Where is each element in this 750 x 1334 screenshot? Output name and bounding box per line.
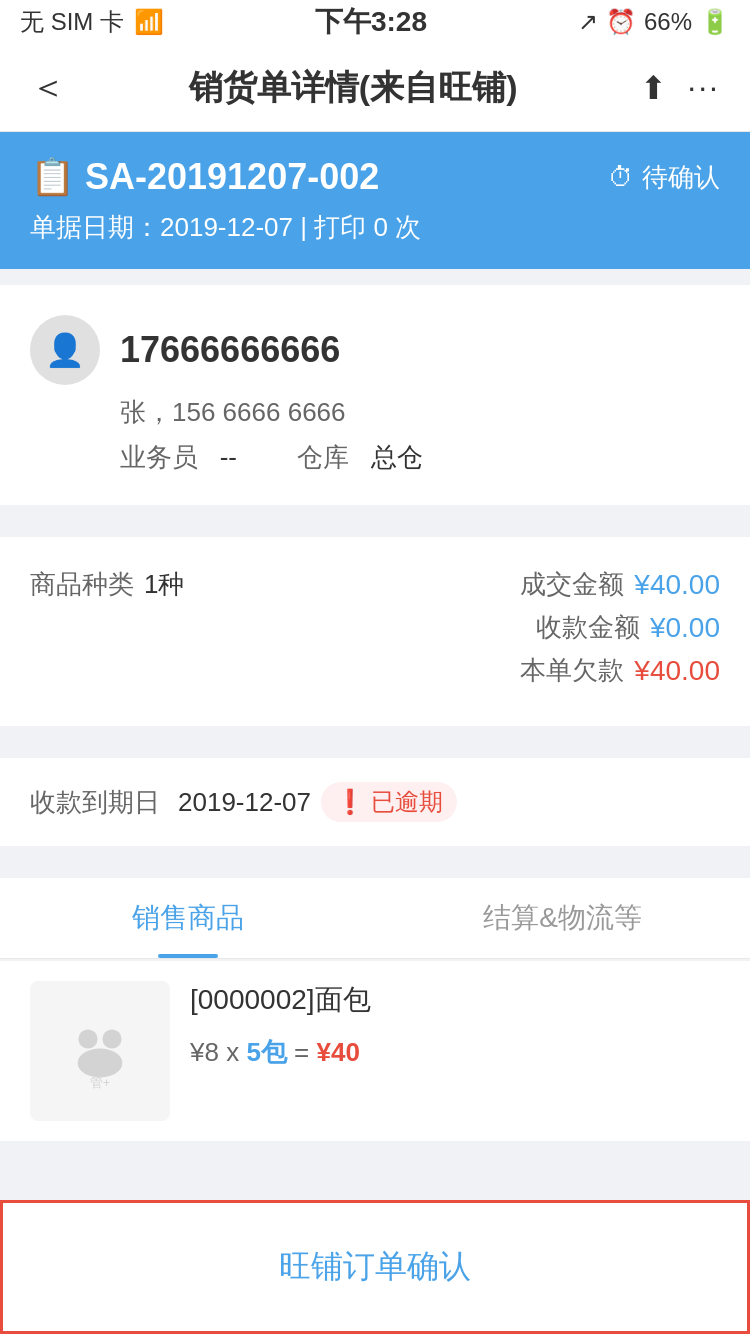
due-row: 本单欠款 ¥40.00 <box>375 653 720 688</box>
divider-3 <box>0 846 750 862</box>
sales-label: 业务员 -- <box>120 440 237 475</box>
product-thumb-icon: 管+ <box>60 1011 140 1091</box>
order-date: 单据日期：2019-12-07 | 打印 0 次 <box>30 210 720 245</box>
nav-right[interactable]: ⬆ ··· <box>640 69 720 107</box>
svg-point-0 <box>78 1029 97 1048</box>
wifi-icon: 📶 <box>134 8 164 36</box>
summary-left: 商品种类 1种 <box>30 567 375 602</box>
divider-2 <box>0 726 750 742</box>
more-button[interactable]: ··· <box>687 69 720 106</box>
avatar-icon: 👤 <box>45 331 85 369</box>
transaction-value: ¥40.00 <box>634 569 720 601</box>
order-status: ⏱ 待确认 <box>608 160 720 195</box>
product-type-row: 商品种类 1种 <box>30 567 375 602</box>
confirm-order-button[interactable]: 旺铺订单确认 <box>33 1223 717 1311</box>
order-header-top: 📋 SA-20191207-002 ⏱ 待确认 <box>30 156 720 198</box>
svg-point-2 <box>78 1049 123 1078</box>
summary-right: 成交金额 ¥40.00 收款金额 ¥0.00 本单欠款 ¥40.00 <box>375 567 720 696</box>
svg-text:管+: 管+ <box>90 1075 110 1090</box>
due-label: 本单欠款 <box>520 653 624 688</box>
due-date-label: 收款到期日 <box>30 785 160 820</box>
due-value: ¥40.00 <box>634 655 720 687</box>
customer-section: 👤 17666666666 张，156 6666 6666 业务员 -- 仓库 … <box>0 285 750 505</box>
tab-settlement[interactable]: 结算&物流等 <box>375 878 750 958</box>
transaction-label: 成交金额 <box>520 567 624 602</box>
tabs-section: 销售商品 结算&物流等 <box>0 878 750 959</box>
transaction-row: 成交金额 ¥40.00 <box>375 567 720 602</box>
avatar: 👤 <box>30 315 100 385</box>
order-status-text: 待确认 <box>642 160 720 195</box>
clock-icon: ⏱ <box>608 162 634 193</box>
alarm-icon: ⏰ <box>606 8 636 36</box>
overdue-text: 已逾期 <box>371 786 443 818</box>
due-date-section: 收款到期日 2019-12-07 ❗ 已逾期 <box>0 758 750 846</box>
divider-1 <box>0 505 750 521</box>
due-date-value: 2019-12-07 <box>178 787 311 818</box>
product-name: [0000002]面包 <box>190 981 720 1019</box>
confirm-button-container: 旺铺订单确认 <box>0 1200 750 1334</box>
tab-sales[interactable]: 销售商品 <box>0 878 375 958</box>
customer-name-phone: 张，156 6666 6666 <box>120 395 720 430</box>
tab-sales-label: 销售商品 <box>132 899 244 937</box>
customer-meta: 业务员 -- 仓库 总仓 <box>120 440 720 475</box>
order-header: 📋 SA-20191207-002 ⏱ 待确认 单据日期：2019-12-07 … <box>0 132 750 269</box>
page-title: 销货单详情(来自旺铺) <box>189 65 518 111</box>
location-icon: ↗ <box>578 8 598 36</box>
status-right: ↗ ⏰ 66% 🔋 <box>578 8 730 36</box>
nav-left[interactable]: ＜ <box>30 63 66 112</box>
product-total: ¥40 <box>316 1037 359 1067</box>
product-thumbnail: 管+ <box>30 981 170 1121</box>
share-button[interactable]: ⬆ <box>640 69 667 107</box>
product-type-label: 商品种类 <box>30 567 134 602</box>
summary-section: 商品种类 1种 成交金额 ¥40.00 收款金额 ¥0.00 本单欠款 ¥40.… <box>0 537 750 726</box>
order-icon: 📋 <box>30 156 75 198</box>
order-id-text: SA-20191207-002 <box>85 156 379 198</box>
tab-settlement-label: 结算&物流等 <box>483 899 642 937</box>
status-bar: 无 SIM 卡 📶 下午3:28 ↗ ⏰ 66% 🔋 <box>0 0 750 44</box>
price-formula: ¥8 x <box>190 1037 246 1067</box>
product-qty: 5包 <box>246 1037 286 1067</box>
product-section: 管+ [0000002]面包 ¥8 x 5包 = ¥40 <box>0 961 750 1141</box>
overdue-icon: ❗ <box>335 788 365 816</box>
product-type-value: 1种 <box>144 567 184 602</box>
product-info: [0000002]面包 ¥8 x 5包 = ¥40 <box>190 981 720 1070</box>
customer-top: 👤 17666666666 <box>30 315 720 385</box>
order-id: 📋 SA-20191207-002 <box>30 156 379 198</box>
received-value: ¥0.00 <box>650 612 720 644</box>
customer-phone: 17666666666 <box>120 329 340 371</box>
battery-icon: 🔋 <box>700 8 730 36</box>
no-sim-text: 无 SIM 卡 <box>20 6 124 38</box>
battery-text: 66% <box>644 8 692 36</box>
tab-underline <box>158 954 218 958</box>
received-row: 收款金额 ¥0.00 <box>375 610 720 645</box>
received-label: 收款金额 <box>536 610 640 645</box>
back-button[interactable]: ＜ <box>30 63 66 112</box>
status-time: 下午3:28 <box>315 3 427 41</box>
nav-bar: ＜ 销货单详情(来自旺铺) ⬆ ··· <box>0 44 750 132</box>
warehouse-label: 仓库 总仓 <box>297 440 423 475</box>
status-left: 无 SIM 卡 📶 <box>20 6 164 38</box>
svg-point-1 <box>102 1029 121 1048</box>
product-price: ¥8 x 5包 = ¥40 <box>190 1035 720 1070</box>
overdue-badge: ❗ 已逾期 <box>321 782 457 822</box>
